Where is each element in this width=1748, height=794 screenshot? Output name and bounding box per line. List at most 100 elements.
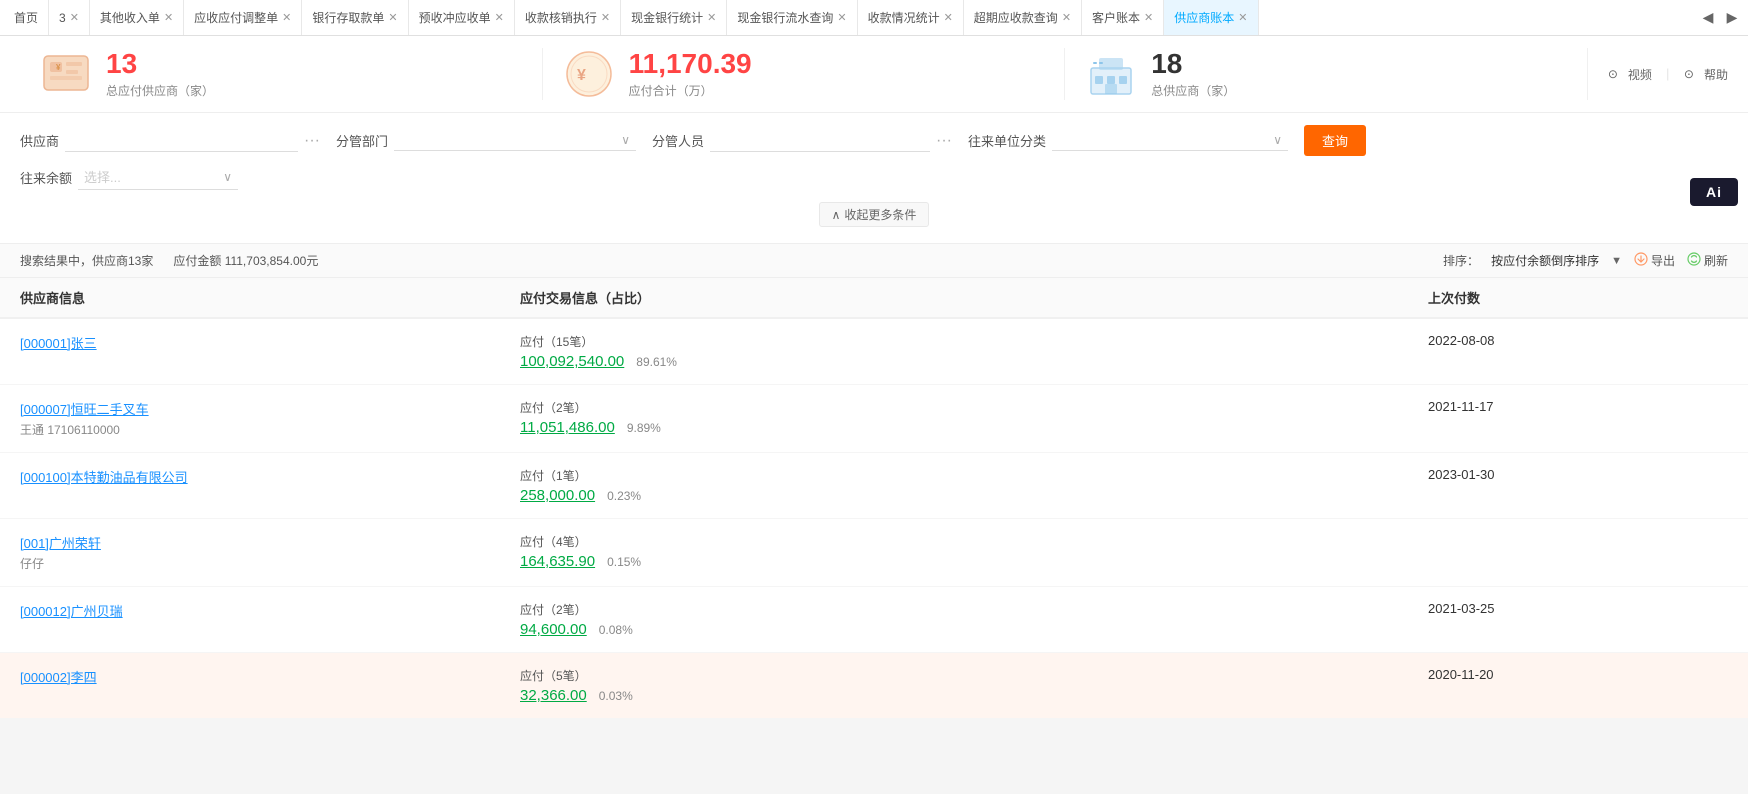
transaction-cell: 应付（1笔） 258,000.00 0.23% (520, 467, 1428, 504)
nav-tab-receipt-exec[interactable]: 收款核销执行 ✕ (515, 0, 621, 36)
supplier-link[interactable]: [000001]张三 (20, 336, 97, 351)
nav-tab-close[interactable]: ✕ (70, 11, 79, 24)
refresh-icon (1687, 252, 1701, 269)
nav-tab-close[interactable]: ✕ (495, 11, 504, 24)
tx-amount-link[interactable]: 32,366.00 (520, 687, 587, 704)
nav-tab-close[interactable]: ✕ (707, 11, 716, 24)
nav-tab-home[interactable]: 首页 (4, 0, 49, 36)
supplier-link[interactable]: [000100]本特勤油品有限公司 (20, 470, 188, 485)
supplier-link[interactable]: [000007]恒旺二手叉车 (20, 402, 149, 417)
person-filter: 分管人员 ··· (652, 130, 952, 152)
video-link[interactable]: 视频 (1628, 66, 1652, 83)
col-supplier-header: 供应商信息 (20, 288, 520, 307)
nav-tab-close[interactable]: ✕ (837, 11, 846, 24)
total-payable-suppliers-label: 总应付供应商（家） (106, 82, 214, 99)
tx-amount-link[interactable]: 11,051,486.00 (520, 419, 615, 436)
filter-row-2: 往来余额 选择... ∨ (20, 164, 1728, 190)
supplier-link[interactable]: [001]广州荣轩 (20, 536, 101, 551)
total-suppliers-value: 18 (1151, 49, 1235, 80)
ai-badge-text: Ai (1706, 184, 1722, 200)
nav-tab-supplier-account[interactable]: 供应商账本✕ (1164, 0, 1258, 36)
tx-label: 应付（2笔） (520, 601, 1428, 618)
results-info: 搜索结果中，供应商13家 应付金额 111,703,854.00元 (20, 252, 318, 269)
results-summary-text: 搜索结果中，供应商13家 (20, 252, 153, 269)
tx-amount-link[interactable]: 100,092,540.00 (520, 353, 624, 370)
nav-tab-receipt-stat[interactable]: 收款情况统计✕ (858, 0, 964, 36)
supplier-link[interactable]: [000012]广州贝瑞 (20, 604, 123, 619)
supplier-cell: [000002]李四 (20, 667, 520, 686)
nav-tab-close[interactable]: ✕ (164, 11, 173, 24)
supplier-sub: 王通 17106110000 (20, 421, 520, 438)
nav-tab-close[interactable]: ✕ (1144, 11, 1153, 24)
export-button[interactable]: 导出 (1634, 252, 1675, 269)
refresh-button[interactable]: 刷新 (1687, 252, 1728, 269)
nav-tab-close[interactable]: ✕ (388, 11, 397, 24)
balance-label: 往来余额 (20, 168, 72, 187)
balance-chevron-icon: ∨ (223, 170, 232, 184)
supplier-link[interactable]: [000002]李四 (20, 670, 97, 685)
balance-select-text: 选择... (84, 167, 219, 186)
nav-tab-label: 超期应收款查询 (974, 9, 1058, 26)
nav-tab-close[interactable]: ✕ (944, 11, 953, 24)
supplier-payable-icon: ¥ (40, 48, 92, 100)
nav-tab-ap-adjust[interactable]: 应收应付调整单✕ (184, 0, 302, 36)
supplier-cell: [001]广州荣轩 仔仔 (20, 533, 520, 572)
tx-percent: 0.08% (599, 623, 633, 637)
table-row: [000100]本特勤油品有限公司 应付（1笔） 258,000.00 0.23… (0, 453, 1748, 519)
tx-percent: 0.15% (607, 555, 641, 569)
tx-amount-link[interactable]: 258,000.00 (520, 487, 595, 504)
help-link[interactable]: 帮助 (1704, 66, 1728, 83)
summary-info-3: 18 总供应商（家） (1151, 49, 1235, 99)
collapse-button[interactable]: ∧ 收起更多条件 (819, 202, 930, 227)
nav-tab-overdue-query[interactable]: 超期应收款查询 ✕ (964, 0, 1082, 36)
nav-tab-label: 收款核销执行 (525, 9, 597, 26)
sort-value[interactable]: 按应付余额倒序排序 (1491, 252, 1599, 269)
tx-row: 100,092,540.00 89.61% (520, 353, 1428, 370)
nav-tab-close[interactable]: ✕ (282, 11, 291, 24)
results-bar: 搜索结果中，供应商13家 应付金额 111,703,854.00元 排序： 按应… (0, 244, 1748, 278)
table-section: 供应商信息 应付交易信息（占比） 上次付数 [000001]张三 应付（15笔）… (0, 278, 1748, 719)
last-pay-cell: 2022-08-08 (1428, 333, 1728, 348)
table-row: [000012]广州贝瑞 应付（2笔） 94,600.00 0.08% 2021… (0, 587, 1748, 653)
nav-tab-close[interactable]: ✕ (1062, 11, 1071, 24)
tx-percent: 9.89% (627, 421, 661, 435)
nav-tab-cash-bank-flow[interactable]: 现金银行流水查询✕ (727, 0, 857, 36)
nav-tab-label: 现金银行统计 (631, 9, 703, 26)
nav-bar: 首页3✕其他收入单✕应收应付调整单✕银行存取款单✕预收冲应收单✕收款核销执行✕现… (0, 0, 1748, 36)
search-button[interactable]: 查询 (1304, 125, 1366, 156)
balance-select[interactable]: 选择... ∨ (78, 164, 238, 190)
filter-section: 供应商 ··· 分管部门 ∨ 分管人员 ··· 往来单位分类 ∨ 查询 (0, 113, 1748, 244)
nav-tab-other-income[interactable]: 其他收入单 ✕ (90, 0, 184, 36)
nav-tab-label: 其他收入单 (100, 9, 160, 26)
refresh-label: 刷新 (1704, 252, 1728, 269)
dept-select[interactable]: ∨ (394, 130, 636, 151)
person-input[interactable] (710, 130, 930, 152)
tx-amount-link[interactable]: 94,600.00 (520, 621, 587, 638)
transaction-cell: 应付（15笔） 100,092,540.00 89.61% (520, 333, 1428, 370)
total-suppliers-icon (1085, 48, 1137, 100)
table-row: [001]广州荣轩 仔仔 应付（4笔） 164,635.90 0.15% (0, 519, 1748, 587)
nav-tab-tab3[interactable]: 3✕ (49, 0, 90, 36)
nav-tab-customer-account[interactable]: 客户账本✕ (1082, 0, 1164, 36)
last-pay-cell: 2021-11-17 (1428, 399, 1728, 414)
category-select[interactable]: ∨ (1052, 130, 1288, 151)
person-label: 分管人员 (652, 131, 704, 150)
supplier-cell: [000001]张三 (20, 333, 520, 352)
transaction-cell: 应付（4笔） 164,635.90 0.15% (520, 533, 1428, 570)
tx-row: 258,000.00 0.23% (520, 487, 1428, 504)
supplier-dots-btn[interactable]: ··· (304, 132, 320, 150)
col-lastpay-header: 上次付数 (1428, 288, 1728, 307)
nav-prev-arrow[interactable]: ◀ (1696, 0, 1720, 36)
nav-next-arrow[interactable]: ▶ (1720, 0, 1744, 36)
nav-tab-close[interactable]: ✕ (1238, 11, 1247, 24)
person-dots-btn[interactable]: ··· (936, 132, 952, 150)
tx-label: 应付（5笔） (520, 667, 1428, 684)
tx-amount-link[interactable]: 164,635.90 (520, 553, 595, 570)
nav-tab-cash-bank-stat[interactable]: 现金银行统计 ✕ (621, 0, 727, 36)
filter-row-1: 供应商 ··· 分管部门 ∨ 分管人员 ··· 往来单位分类 ∨ 查询 (20, 125, 1728, 156)
supplier-input[interactable] (65, 130, 298, 152)
nav-tab-bank-deposit[interactable]: 银行存取款单✕ (302, 0, 408, 36)
nav-tab-pre-charge[interactable]: 预收冲应收单✕ (409, 0, 515, 36)
nav-tab-close[interactable]: ✕ (601, 11, 610, 24)
ai-badge: Ai (1690, 178, 1738, 206)
